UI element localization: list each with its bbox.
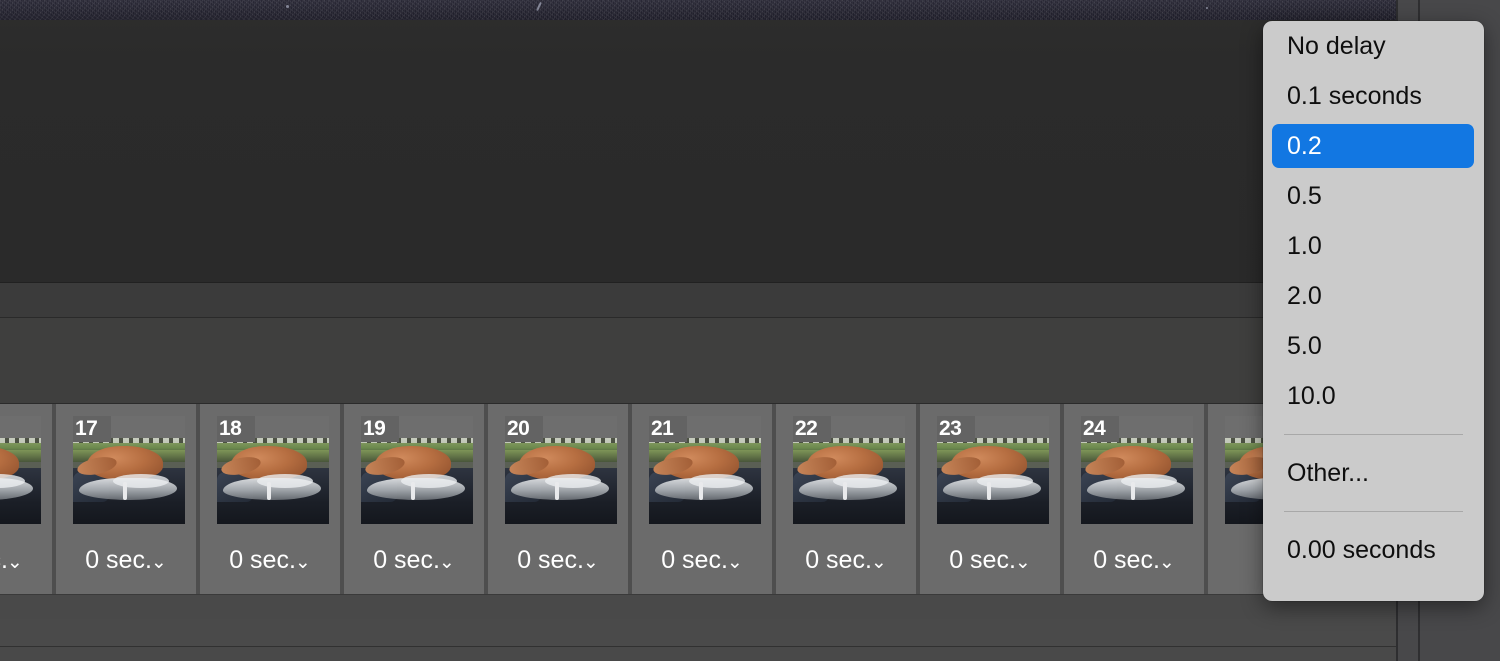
- filmstrip-frame-cell[interactable]: 22 0 sec.⌄: [774, 404, 918, 594]
- frame-image: [937, 438, 1049, 524]
- frame-duration-label: 0 sec.: [1093, 546, 1160, 574]
- frame-thumbnail[interactable]: [0, 416, 41, 524]
- frame-thumbnail[interactable]: 17: [73, 416, 185, 524]
- menu-item-label: 5.0: [1287, 332, 1322, 360]
- frame-image: [0, 438, 41, 524]
- menu-item-delay[interactable]: Other...: [1263, 448, 1484, 498]
- frame-thumbnail[interactable]: 19: [361, 416, 473, 524]
- chevron-down-icon[interactable]: ⌄: [1159, 552, 1175, 573]
- menu-item-delay[interactable]: 1.0: [1263, 221, 1484, 271]
- filmstrip-frame-cell[interactable]: 19 0 sec.⌄: [342, 404, 486, 594]
- chevron-down-icon[interactable]: ⌄: [7, 552, 23, 573]
- filmstrip-header-band: [0, 318, 1396, 404]
- preview-scrollbar-track[interactable]: [0, 282, 1396, 595]
- filmstrip-frame-cell[interactable]: 23 0 sec.⌄: [918, 404, 1062, 594]
- frame-thumbnail[interactable]: 23: [937, 416, 1049, 524]
- menu-item-delay[interactable]: 2.0: [1263, 271, 1484, 321]
- frame-number-badge: 21: [649, 416, 687, 442]
- filmstrip-scrollbar-track[interactable]: [0, 619, 1396, 647]
- menu-item-delay[interactable]: 5.0: [1263, 321, 1484, 371]
- chevron-down-icon[interactable]: ⌄: [439, 552, 455, 573]
- menu-item-label: 0.00 seconds: [1287, 536, 1436, 564]
- frame-image: [361, 438, 473, 524]
- frame-thumbnail[interactable]: 21: [649, 416, 761, 524]
- frame-duration-dropdown[interactable]: 0 sec.⌄: [632, 544, 772, 576]
- menu-item-label: 0.5: [1287, 182, 1322, 210]
- menu-item-delay[interactable]: 0.1 seconds: [1263, 71, 1484, 121]
- frame-number-badge: 19: [361, 416, 399, 442]
- frame-duration-dropdown[interactable]: 0 sec.⌄: [56, 544, 196, 576]
- app-root: 0 sec.⌄170 sec.⌄180 sec.⌄190 sec.⌄200 se…: [0, 0, 1500, 661]
- frame-number-badge: 20: [505, 416, 543, 442]
- frame-image: [649, 438, 761, 524]
- menu-item-delay[interactable]: 10.0: [1263, 371, 1484, 421]
- frame-thumbnail[interactable]: 18: [217, 416, 329, 524]
- frame-delay-menu[interactable]: No delay 0.1 seconds 0.2 0.5 1.0 2.0 5.0 10.0 Ot…: [1263, 21, 1484, 601]
- filmstrip[interactable]: 0 sec.⌄170 sec.⌄180 sec.⌄190 sec.⌄200 se…: [0, 404, 1396, 594]
- frame-number-badge: 24: [1081, 416, 1119, 442]
- frame-number-badge: 22: [793, 416, 831, 442]
- frame-duration-label: 0 sec.: [661, 546, 728, 574]
- filmstrip-frame-cell[interactable]: 0 sec.⌄: [0, 404, 54, 594]
- frame-image: [1081, 438, 1193, 524]
- frame-number-badge: 18: [217, 416, 255, 442]
- frame-number-badge: 23: [937, 416, 975, 442]
- frame-image: [217, 438, 329, 524]
- frame-thumbnail[interactable]: 24: [1081, 416, 1193, 524]
- preview-photo-band: [0, 0, 1396, 20]
- preview-canvas: [0, 20, 1396, 282]
- chevron-down-icon[interactable]: ⌄: [583, 552, 599, 573]
- menu-item-label: No delay: [1287, 32, 1386, 60]
- menu-item-label: Other...: [1287, 459, 1369, 487]
- frame-duration-label: 0 sec.: [517, 546, 584, 574]
- chevron-down-icon[interactable]: ⌄: [1015, 552, 1031, 573]
- chevron-down-icon[interactable]: ⌄: [151, 552, 167, 573]
- menu-item-delay[interactable]: No delay: [1263, 21, 1484, 71]
- frame-duration-dropdown[interactable]: 0 sec.⌄: [344, 544, 484, 576]
- filmstrip-frame-cell[interactable]: 21 0 sec.⌄: [630, 404, 774, 594]
- filmstrip-frame-cell[interactable]: 20 0 sec.⌄: [486, 404, 630, 594]
- menu-item-delay[interactable]: 0.00 seconds: [1263, 525, 1484, 575]
- frame-image: [505, 438, 617, 524]
- menu-item-label: 10.0: [1287, 382, 1336, 410]
- filmstrip-frame-cell[interactable]: 24 0 sec.⌄: [1062, 404, 1206, 594]
- frame-duration-label: 0 sec.: [85, 546, 152, 574]
- frame-duration-label: 0 sec.: [949, 546, 1016, 574]
- frame-duration-dropdown[interactable]: 0 sec.⌄: [200, 544, 340, 576]
- menu-item-delay[interactable]: 0.5: [1263, 171, 1484, 221]
- frame-number-badge: 17: [73, 416, 111, 442]
- chevron-down-icon[interactable]: ⌄: [871, 552, 887, 573]
- menu-item-label: 0.2: [1287, 132, 1322, 160]
- frame-duration-dropdown[interactable]: 0 sec.⌄: [776, 544, 916, 576]
- frame-thumbnail[interactable]: 22: [793, 416, 905, 524]
- menu-item-label: 1.0: [1287, 232, 1322, 260]
- menu-item-label: 0.1 seconds: [1287, 82, 1422, 110]
- frame-duration-label: 0 sec.: [229, 546, 296, 574]
- chevron-down-icon[interactable]: ⌄: [727, 552, 743, 573]
- menu-item-label: 2.0: [1287, 282, 1322, 310]
- frame-duration-label: 0 sec.: [373, 546, 440, 574]
- frame-duration-dropdown[interactable]: 0 sec.⌄: [920, 544, 1060, 576]
- frame-duration-dropdown[interactable]: 0 sec.⌄: [0, 544, 52, 576]
- menu-separator: [1284, 434, 1463, 435]
- menu-item-delay[interactable]: 0.2: [1263, 121, 1484, 171]
- frame-duration-dropdown[interactable]: 0 sec.⌄: [1064, 544, 1204, 576]
- frame-duration-dropdown[interactable]: 0 sec.⌄: [488, 544, 628, 576]
- filmstrip-frame-cell[interactable]: 17 0 sec.⌄: [54, 404, 198, 594]
- frame-duration-label: 0 sec.: [805, 546, 872, 574]
- frame-image: [73, 438, 185, 524]
- chevron-down-icon[interactable]: ⌄: [295, 552, 311, 573]
- menu-separator: [1284, 511, 1463, 512]
- filmstrip-frame-cell[interactable]: 18 0 sec.⌄: [198, 404, 342, 594]
- frame-thumbnail[interactable]: 20: [505, 416, 617, 524]
- frame-image: [793, 438, 905, 524]
